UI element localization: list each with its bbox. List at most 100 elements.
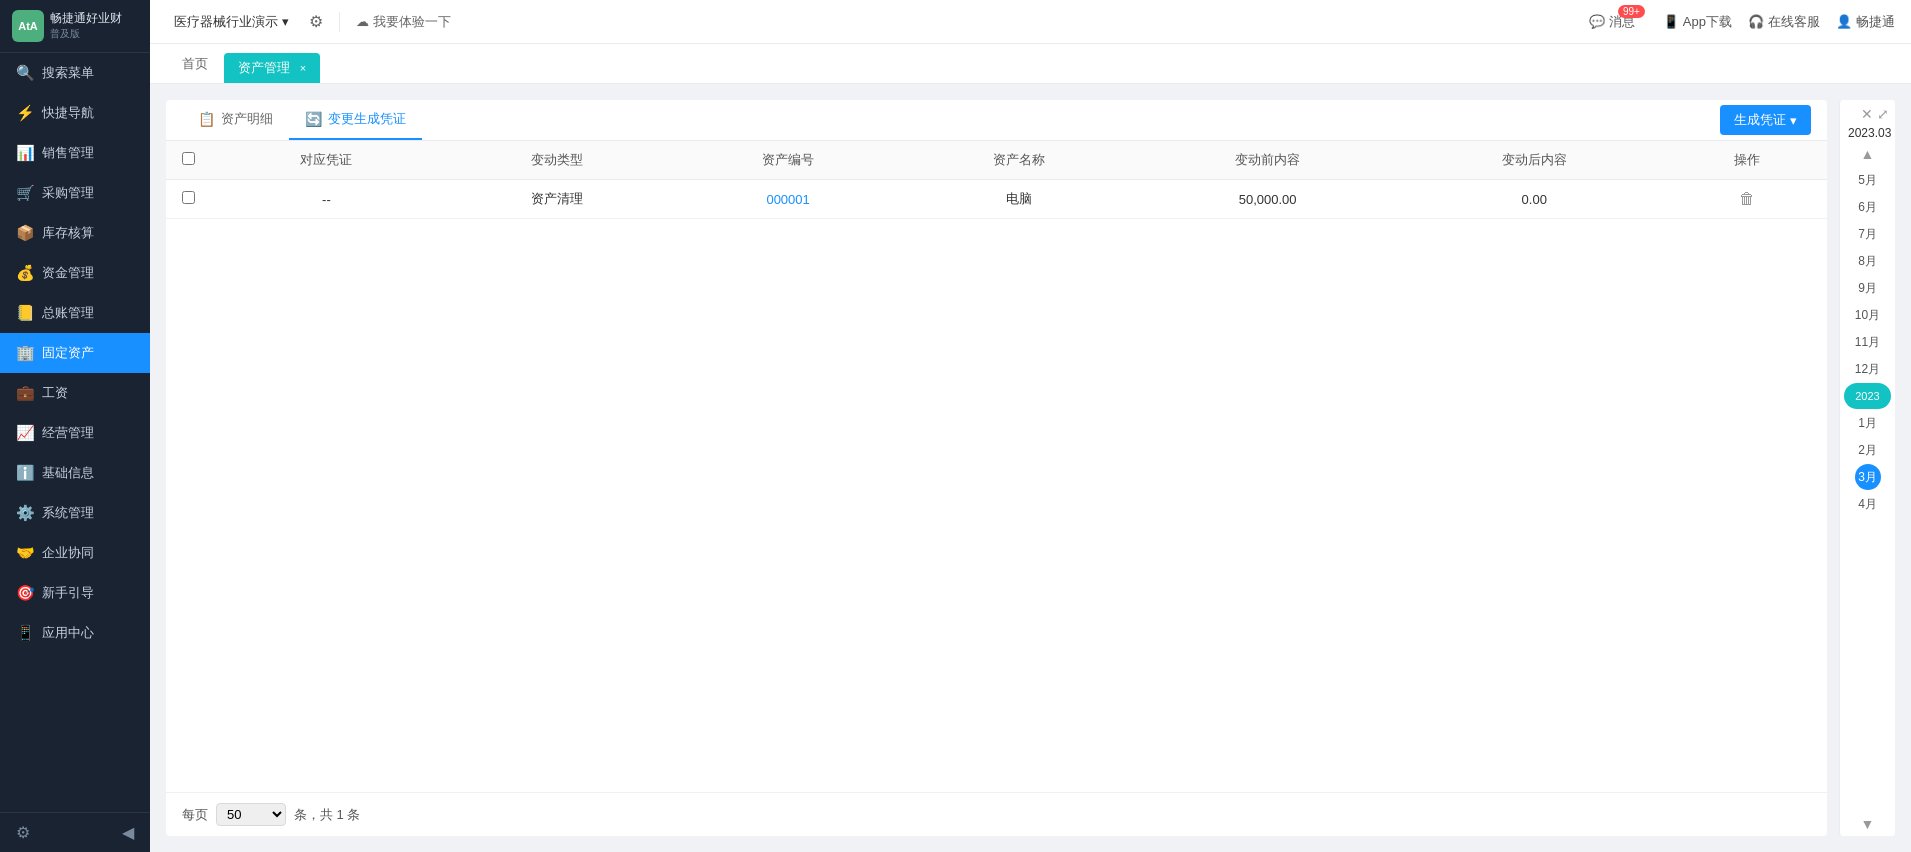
tab-asset-manage[interactable]: 资产管理 × [224, 53, 320, 83]
header-change-type: 变动类型 [442, 141, 673, 180]
change-voucher-table: 对应凭证 变动类型 资产编号 资产名称 变动前内容 变动后内容 操作 [166, 141, 1827, 219]
nav-label-quick-nav: 快捷导航 [42, 104, 94, 122]
user-btn[interactable]: 👤 畅捷通 [1836, 13, 1895, 31]
month-item[interactable]: 12月 [1844, 356, 1891, 382]
sidebar-item-purchase[interactable]: 🛒采购管理 [0, 173, 150, 213]
experience-btn[interactable]: ☁ 我要体验一下 [356, 13, 451, 31]
tab-home[interactable]: 首页 [166, 47, 224, 83]
sidebar-item-ledger[interactable]: 📒总账管理 [0, 293, 150, 333]
nav-label-inventory: 库存核算 [42, 224, 94, 242]
month-item[interactable]: 8月 [1844, 248, 1891, 274]
total-label: 条，共 1 条 [294, 806, 360, 824]
generate-voucher-button[interactable]: 生成凭证 ▾ [1720, 105, 1811, 135]
sidebar-item-quick-nav[interactable]: ⚡ 快捷导航 [0, 93, 150, 133]
dropdown-arrow-icon: ▾ [1790, 113, 1797, 128]
nav-icon-fixed-assets: 🏢 [16, 344, 34, 362]
header-before-content: 变动前内容 [1134, 141, 1401, 180]
delete-button[interactable]: 🗑 [1739, 190, 1755, 208]
sub-tab-change-voucher-label: 变更生成凭证 [328, 110, 406, 128]
nav-icon-operations: 📈 [16, 424, 34, 442]
row-voucher: -- [211, 180, 442, 219]
message-btn[interactable]: 💬 消息 99+ [1589, 13, 1635, 31]
sidebar-item-fixed-assets[interactable]: 🏢固定资产 [0, 333, 150, 373]
sidebar-item-operations[interactable]: 📈经营管理 [0, 413, 150, 453]
nav-label-enterprise: 企业协同 [42, 544, 94, 562]
header-checkbox-cell [166, 141, 211, 180]
nav-icon-ledger: 📒 [16, 304, 34, 322]
nav-icon-quick-nav: ⚡ [16, 104, 34, 122]
month-item[interactable]: 3月 [1855, 464, 1881, 490]
month-item[interactable]: 11月 [1844, 329, 1891, 355]
panel-expand-icon[interactable]: ⤢ [1877, 106, 1889, 122]
panel-close-icon[interactable]: ✕ [1861, 106, 1873, 122]
row-after-content: 0.00 [1401, 180, 1668, 219]
sidebar-item-app-center[interactable]: 📱 应用中心 [0, 613, 150, 653]
user-icon: 👤 [1836, 14, 1852, 29]
nav-icon-system: ⚙️ [16, 504, 34, 522]
month-item[interactable]: 2月 [1844, 437, 1891, 463]
collapse-icon[interactable]: ◀ [122, 823, 134, 842]
list-icon: 📋 [198, 111, 215, 127]
tab-close-icon[interactable]: × [300, 62, 306, 74]
nav-icon-funds: 💰 [16, 264, 34, 282]
month-item[interactable]: 4月 [1844, 491, 1891, 517]
next-period-icon[interactable]: ▼ [1840, 812, 1895, 836]
settings-gear-icon[interactable]: ⚙ [309, 12, 323, 31]
phone-icon: 📱 [1663, 14, 1679, 29]
header-operation: 操作 [1668, 141, 1827, 180]
sidebar-item-inventory[interactable]: 📦库存核算 [0, 213, 150, 253]
nav-label-basic-info: 基础信息 [42, 464, 94, 482]
year-marker[interactable]: 2023 [1844, 383, 1891, 409]
sidebar-nav: 🔍搜索菜单 ⚡ 快捷导航 📊销售管理🛒采购管理📦库存核算💰资金管理📒总账管理🏢固定资产… [0, 53, 150, 812]
month-item[interactable]: 6月 [1844, 194, 1891, 220]
month-item[interactable]: 10月 [1844, 302, 1891, 328]
sub-tab-change-voucher[interactable]: 🔄 变更生成凭证 [289, 100, 422, 140]
headset-icon: 🎧 [1748, 14, 1764, 29]
app-name: 畅捷通好业财 [50, 11, 122, 27]
nav-icon-search: 🔍 [16, 64, 34, 82]
message-icon: 💬 [1589, 14, 1605, 29]
nav-label-salary: 工资 [42, 384, 68, 402]
sidebar-item-system[interactable]: ⚙️ 系统管理 [0, 493, 150, 533]
sub-tab-asset-detail[interactable]: 📋 资产明细 [182, 100, 289, 140]
month-item[interactable]: 9月 [1844, 275, 1891, 301]
sidebar-item-sales[interactable]: 📊销售管理 [0, 133, 150, 173]
prev-period-icon[interactable]: ▲ [1840, 142, 1895, 166]
sidebar-item-basic-info[interactable]: ℹ️基础信息 [0, 453, 150, 493]
online-service-btn[interactable]: 🎧 在线客服 [1748, 13, 1820, 31]
sidebar-item-guide[interactable]: 🎯新手引导 [0, 573, 150, 613]
select-all-checkbox[interactable] [182, 152, 195, 165]
sidebar-item-enterprise[interactable]: 🤝 企业协同 [0, 533, 150, 573]
sidebar-item-salary[interactable]: 💼 工资 [0, 373, 150, 413]
month-item[interactable]: 1月 [1844, 410, 1891, 436]
sidebar-item-funds[interactable]: 💰资金管理 [0, 253, 150, 293]
nav-label-app-center: 应用中心 [42, 624, 94, 642]
table-header-row: 对应凭证 变动类型 资产编号 资产名称 变动前内容 变动后内容 操作 [166, 141, 1827, 180]
refresh-icon: 🔄 [305, 111, 322, 127]
nav-icon-app-center: 📱 [16, 624, 34, 642]
month-list: 5月6月7月8月9月10月11月12月20231月2月3月4月 [1840, 166, 1895, 812]
experience-text: 我要体验一下 [373, 13, 451, 31]
row-asset-name: 电脑 [904, 180, 1135, 219]
row-checkbox[interactable] [182, 191, 195, 204]
nav-icon-salary: 💼 [16, 384, 34, 402]
per-page-select[interactable]: 50 10 20 100 [216, 803, 286, 826]
company-selector[interactable]: 医疗器械行业演示 ▾ [166, 9, 297, 35]
sidebar-item-search[interactable]: 🔍搜索菜单 [0, 53, 150, 93]
settings-icon[interactable]: ⚙ [16, 823, 30, 842]
nav-icon-enterprise: 🤝 [16, 544, 34, 562]
table-row: -- 资产清理 000001 电脑 50,000.00 0.00 🗑 [166, 180, 1827, 219]
company-name: 医疗器械行业演示 [174, 13, 278, 31]
month-item[interactable]: 7月 [1844, 221, 1891, 247]
generate-voucher-label: 生成凭证 [1734, 111, 1786, 129]
app-download-btn[interactable]: 📱 App下载 [1663, 13, 1732, 31]
row-before-content: 50,000.00 [1134, 180, 1401, 219]
row-change-type: 资产清理 [442, 180, 673, 219]
nav-label-system: 系统管理 [42, 504, 94, 522]
header-divider [339, 12, 340, 32]
right-panel: ✕ ⤢ 2023.03 ▲ 5月6月7月8月9月10月11月12月20231月2… [1839, 100, 1895, 836]
month-item[interactable]: 5月 [1844, 167, 1891, 193]
nav-icon-sales: 📊 [16, 144, 34, 162]
tab-asset-manage-label: 资产管理 [238, 60, 290, 75]
header-asset-code: 资产编号 [673, 141, 904, 180]
